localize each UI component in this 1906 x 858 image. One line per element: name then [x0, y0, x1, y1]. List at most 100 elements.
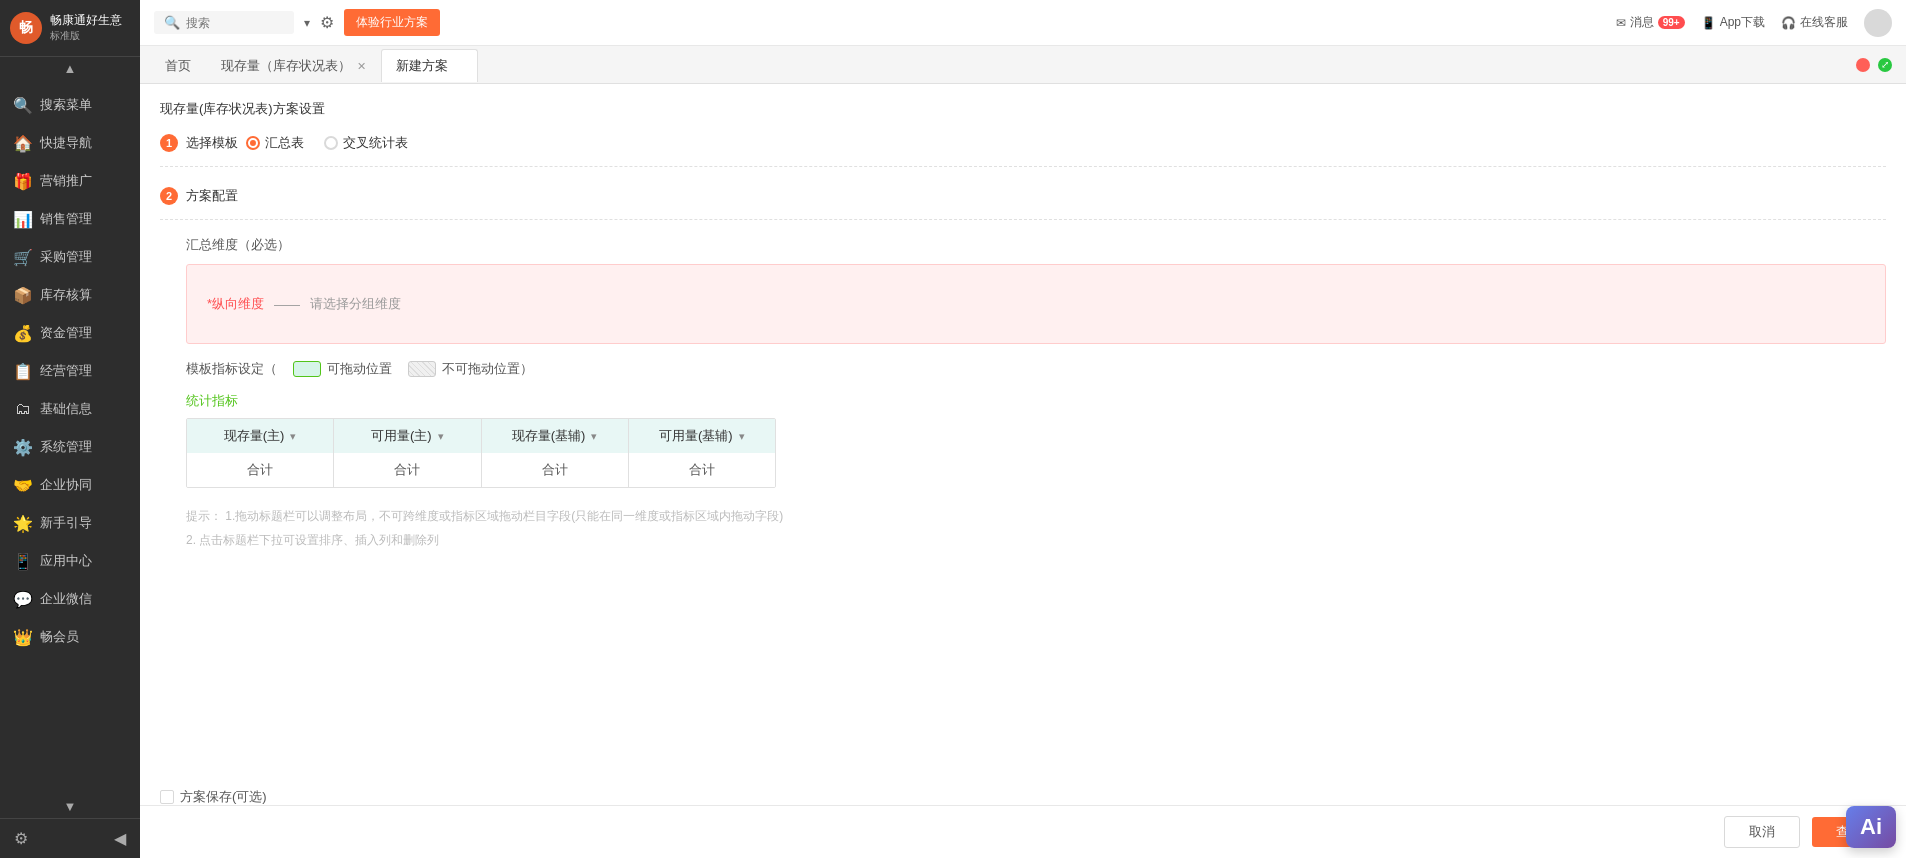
- sidebar-item-label: 搜索菜单: [40, 96, 92, 114]
- section1-title: 选择模板: [186, 134, 238, 152]
- sidebar-item-label: 库存核算: [40, 286, 92, 304]
- window-close-btn[interactable]: [1856, 58, 1870, 72]
- sidebar-item-label: 企业微信: [40, 590, 92, 608]
- stats-body-row: 合计 合计 合计 合计: [187, 453, 775, 487]
- col3-body-text: 合计: [689, 461, 715, 479]
- box-icon: 📦: [14, 286, 32, 304]
- search-input[interactable]: [186, 16, 266, 30]
- sidebar-item-search[interactable]: 🔍 搜索菜单: [0, 86, 140, 124]
- tip-text-1: 提示： 1.拖动标题栏可以调整布局，不可跨维度或指标区域拖动栏目字段(只能在同一…: [186, 504, 783, 528]
- sidebar-item-wechat[interactable]: 💬 企业微信: [0, 580, 140, 618]
- section2-num: 2: [160, 187, 178, 205]
- radio-crosstab-circle: [324, 136, 338, 150]
- collapse-icon[interactable]: ◀: [114, 829, 126, 848]
- tab-home-label: 首页: [165, 57, 191, 75]
- sidebar-item-marketing[interactable]: 🎁 营销推广: [0, 162, 140, 200]
- sidebar-item-inventory[interactable]: 📦 库存核算: [0, 276, 140, 314]
- topbar-right: ✉ 消息 99+ 📱 App下载 🎧 在线客服: [1616, 9, 1892, 37]
- online-service-label: 在线客服: [1800, 14, 1848, 31]
- col2-body-text: 合计: [542, 461, 568, 479]
- ai-badge[interactable]: Ai: [1846, 806, 1896, 848]
- sidebar-item-basic[interactable]: 🗂 基础信息: [0, 390, 140, 428]
- radio-summary[interactable]: 汇总表: [246, 134, 304, 152]
- save-checkbox[interactable]: [160, 790, 174, 804]
- dimension-area[interactable]: *纵向维度 —— 请选择分组维度: [186, 264, 1886, 344]
- window-expand-btn[interactable]: ⤢: [1878, 58, 1892, 72]
- search-icon: 🔍: [164, 15, 180, 30]
- stats-col-header-2[interactable]: 现存量(基辅) ▾: [482, 419, 629, 453]
- tab-inventory-label: 现存量（库存状况表）: [221, 57, 351, 75]
- sidebar-item-label: 快捷导航: [40, 134, 92, 152]
- clipboard-icon: 📋: [14, 362, 32, 380]
- sidebar-item-finance[interactable]: 💰 资金管理: [0, 314, 140, 352]
- dropdown-arrow[interactable]: ▾: [304, 16, 310, 30]
- stats-col-header-3[interactable]: 可用量(基辅) ▾: [629, 419, 775, 453]
- sidebar-item-label: 畅会员: [40, 628, 79, 646]
- tab-new-close[interactable]: ✕: [454, 60, 463, 73]
- sidebar-item-sales[interactable]: 📊 销售管理: [0, 200, 140, 238]
- scroll-up-btn[interactable]: ▲: [0, 57, 140, 80]
- tab-inventory-close[interactable]: ✕: [357, 60, 366, 73]
- radio-crosstab-label: 交叉统计表: [343, 134, 408, 152]
- sidebar-item-cooperation[interactable]: 🤝 企业协同: [0, 466, 140, 504]
- sidebar-item-label: 系统管理: [40, 438, 92, 456]
- sidebar-item-purchase[interactable]: 🛒 采购管理: [0, 238, 140, 276]
- trial-button[interactable]: 体验行业方案: [344, 9, 440, 36]
- dimension-dash: ——: [274, 297, 300, 312]
- tip-text-2: 2. 点击标题栏下拉可设置排序、插入列和删除列: [186, 528, 439, 552]
- scroll-down-btn[interactable]: ▼: [0, 795, 140, 818]
- tab-new-schema[interactable]: 新建方案 ✕: [381, 49, 478, 82]
- col3-dropdown[interactable]: ▾: [739, 430, 745, 443]
- mobile-icon: 📱: [14, 552, 32, 570]
- col0-dropdown[interactable]: ▾: [290, 430, 296, 443]
- page-title: 现存量(库存状况表)方案设置: [160, 100, 1886, 118]
- home-icon: 🏠: [14, 134, 32, 152]
- cancel-button[interactable]: 取消: [1724, 816, 1800, 848]
- col2-dropdown[interactable]: ▾: [591, 430, 597, 443]
- chart-icon: 📊: [14, 210, 32, 228]
- template-radio-group: 汇总表 交叉统计表: [246, 134, 408, 152]
- settings-icon[interactable]: ⚙: [14, 829, 28, 848]
- col1-dropdown[interactable]: ▾: [438, 430, 444, 443]
- save-option[interactable]: 方案保存(可选): [160, 788, 267, 806]
- messages-badge: 99+: [1658, 16, 1685, 29]
- messages-btn[interactable]: ✉ 消息 99+: [1616, 14, 1685, 31]
- sidebar-item-system[interactable]: ⚙️ 系统管理: [0, 428, 140, 466]
- tab-inventory-status[interactable]: 现存量（库存状况表） ✕: [206, 49, 381, 82]
- sidebar-item-operations[interactable]: 📋 经营管理: [0, 352, 140, 390]
- section-1: 1 选择模板 汇总表 交叉统计表: [160, 134, 1886, 167]
- radio-crosstab[interactable]: 交叉统计表: [324, 134, 408, 152]
- stats-col-body-3: 合计: [629, 453, 775, 487]
- topbar-gear-icon[interactable]: ⚙: [320, 13, 334, 32]
- sidebar-item-member[interactable]: 👑 畅会员: [0, 618, 140, 656]
- stats-col-header-0[interactable]: 现存量(主) ▾: [187, 419, 334, 453]
- sidebar-item-label: 资金管理: [40, 324, 92, 342]
- footer-bar: 取消 查询: [140, 805, 1906, 858]
- sidebar-item-newguide[interactable]: 🌟 新手引导: [0, 504, 140, 542]
- sidebar-item-apps[interactable]: 📱 应用中心: [0, 542, 140, 580]
- window-controls: ⤢: [1856, 58, 1896, 72]
- main-area: 🔍 ▾ ⚙ 体验行业方案 ✉ 消息 99+ 📱 App下载 🎧 在线客服: [140, 0, 1906, 858]
- tab-home[interactable]: 首页: [150, 49, 206, 82]
- col1-body-text: 合计: [394, 461, 420, 479]
- radio-summary-circle: [246, 136, 260, 150]
- sidebar-item-label: 采购管理: [40, 248, 92, 266]
- col1-header-text: 可用量(主): [371, 427, 432, 445]
- stats-col-header-1[interactable]: 可用量(主) ▾: [334, 419, 481, 453]
- draggable-box: [293, 361, 321, 377]
- gear-icon: ⚙️: [14, 438, 32, 456]
- sidebar-item-shortcut[interactable]: 🏠 快捷导航: [0, 124, 140, 162]
- app-download-btn[interactable]: 📱 App下载: [1701, 14, 1765, 31]
- sidebar-item-label: 应用中心: [40, 552, 92, 570]
- app-name: 畅康通好生意: [50, 13, 122, 29]
- sidebar: 畅 畅康通好生意 标准版 ▲ 🔍 搜索菜单 🏠 快捷导航 🎁 营销推广 📊 销售…: [0, 0, 140, 858]
- dimension-field-label: 汇总维度（必选）: [186, 236, 1886, 254]
- handshake-icon: 🤝: [14, 476, 32, 494]
- topbar-search-box[interactable]: 🔍: [154, 11, 294, 34]
- online-service-btn[interactable]: 🎧 在线客服: [1781, 14, 1848, 31]
- section1-header: 1 选择模板 汇总表 交叉统计表: [160, 134, 1886, 152]
- col2-header-text: 现存量(基辅): [512, 427, 586, 445]
- indicator-prefix: 模板指标设定（: [186, 360, 277, 378]
- star-icon: 🌟: [14, 514, 32, 532]
- user-avatar[interactable]: [1864, 9, 1892, 37]
